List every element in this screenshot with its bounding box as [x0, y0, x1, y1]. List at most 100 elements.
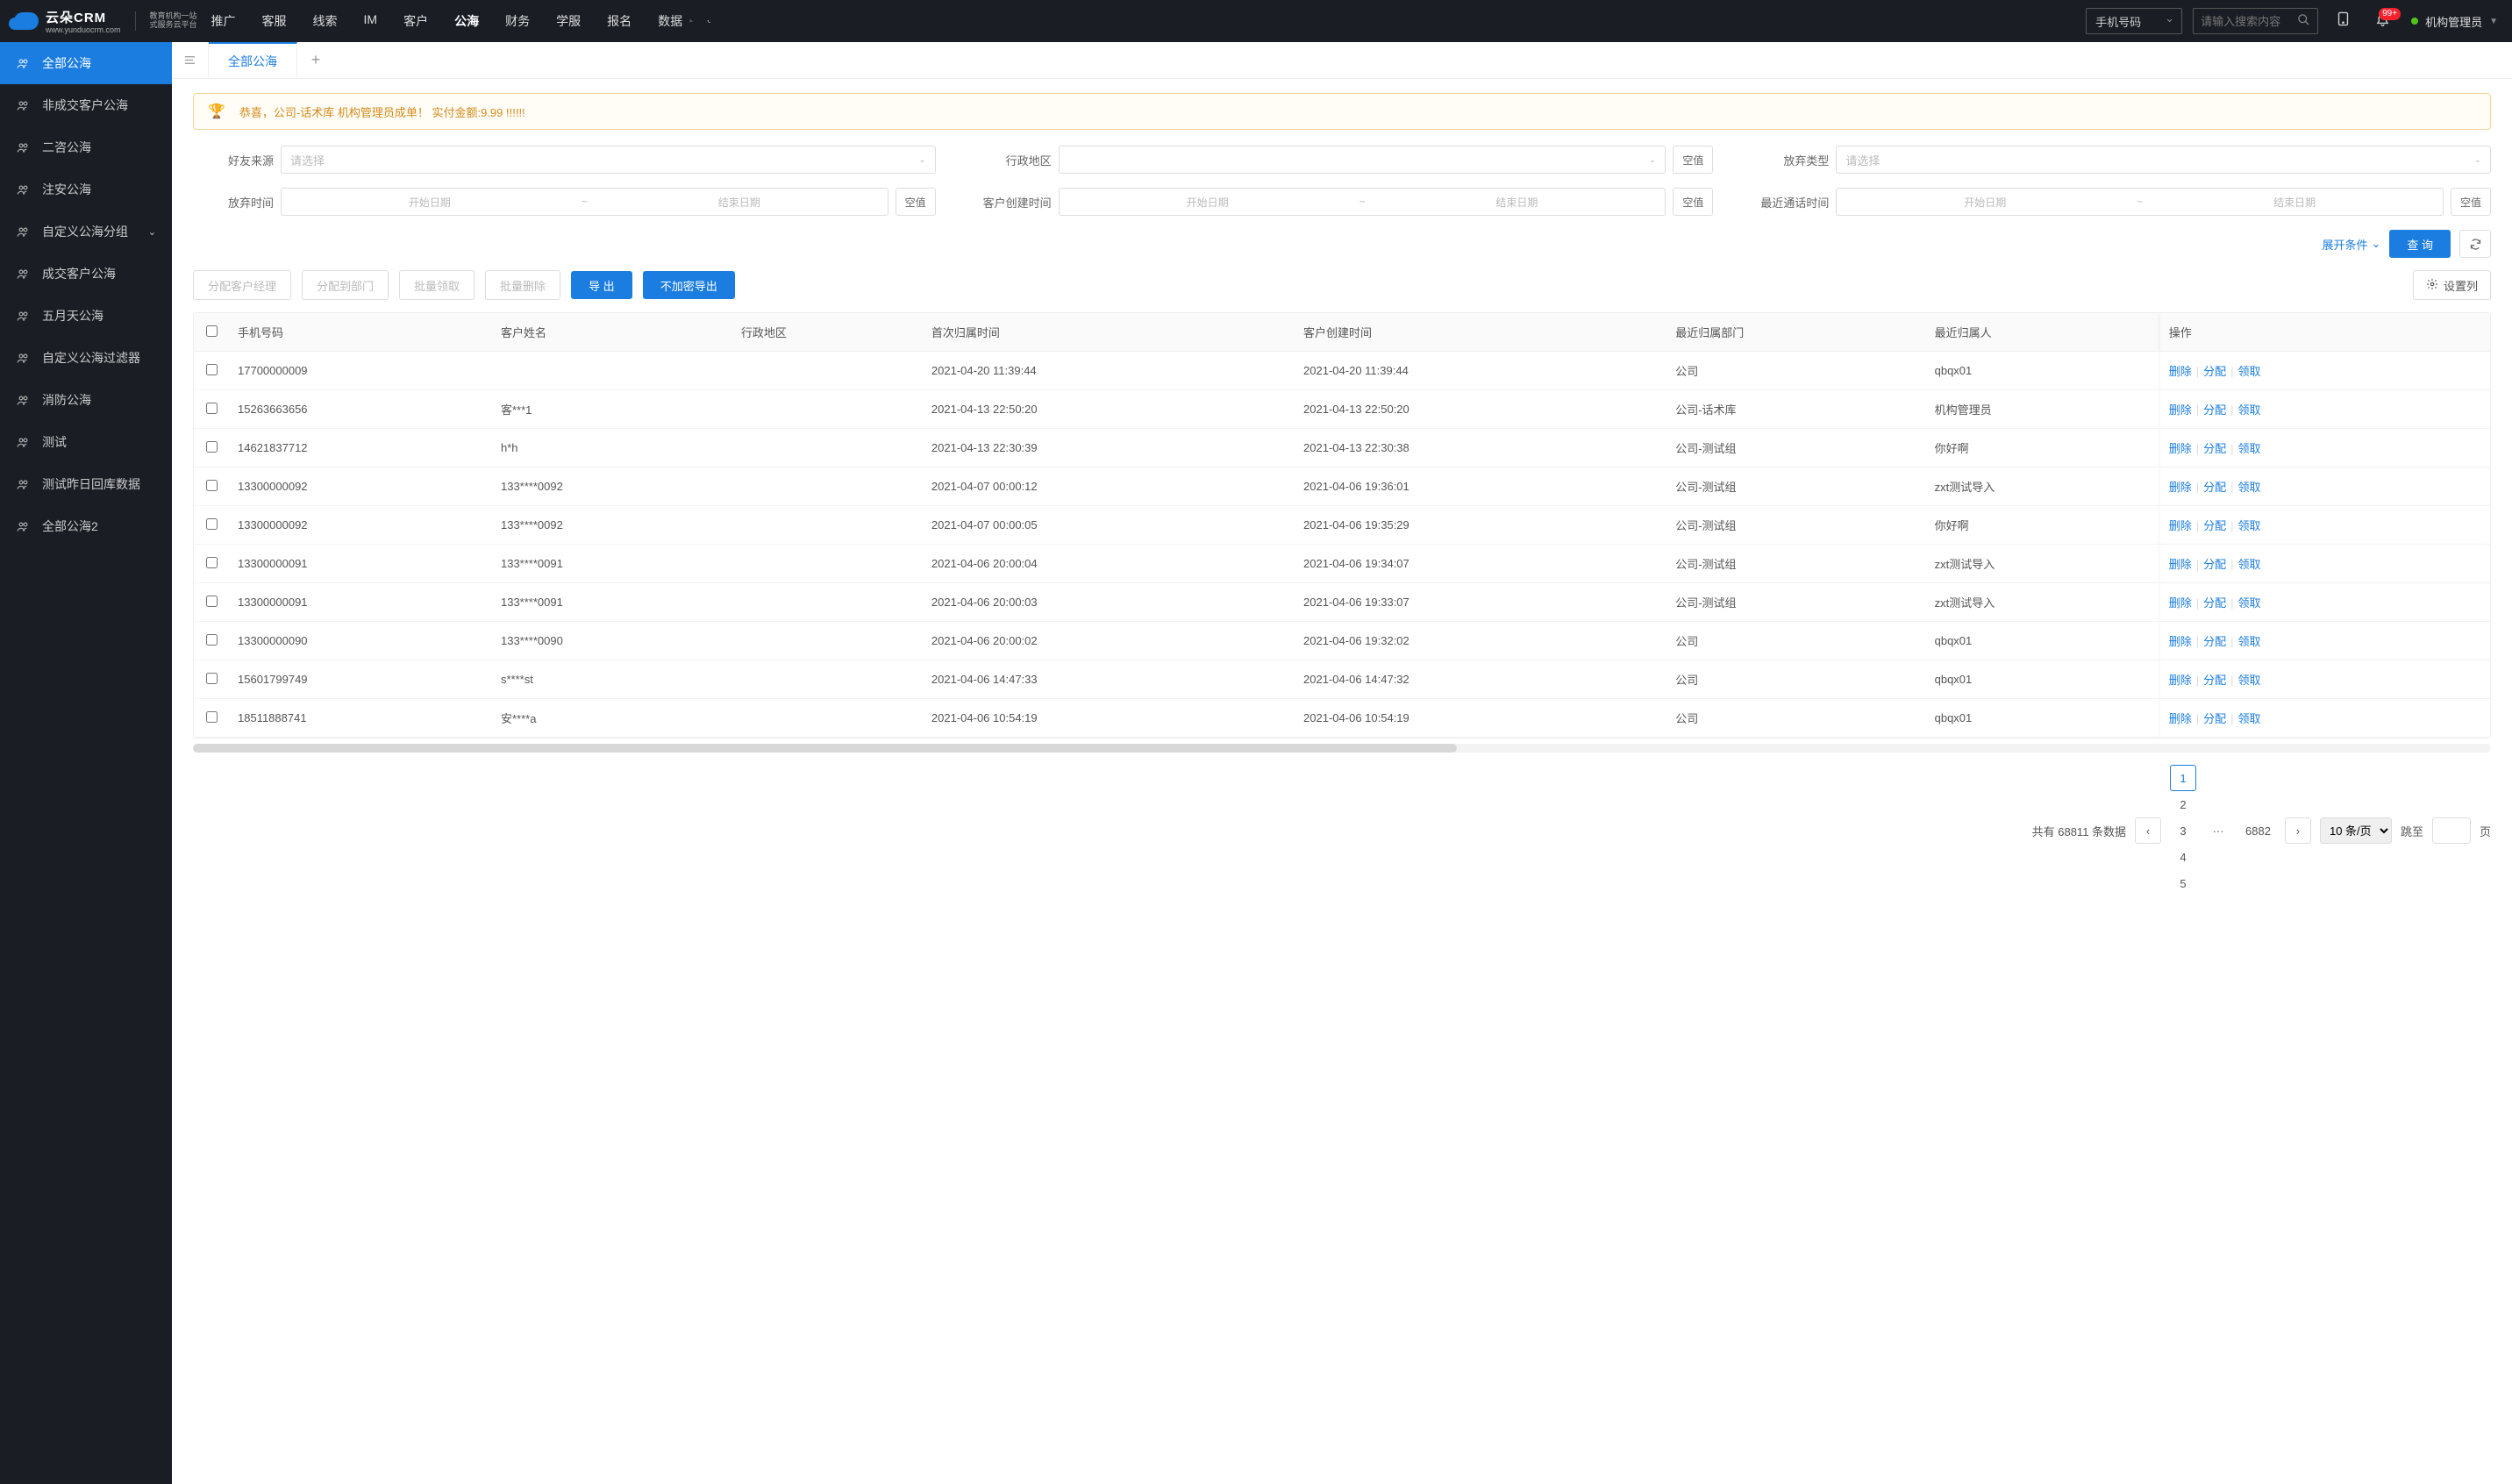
claim-link[interactable]: 领取	[2238, 674, 2261, 687]
sidebar-item-全部公海2[interactable]: 全部公海2	[0, 505, 172, 547]
row-checkbox[interactable]	[206, 403, 218, 414]
nav-客服[interactable]: 客服	[262, 12, 287, 30]
region-null-btn[interactable]: 空值	[1673, 146, 1713, 174]
refresh-button[interactable]	[2459, 230, 2491, 258]
region-select[interactable]: ⌄	[1059, 146, 1666, 174]
table-row[interactable]: 15263663656客***12021-04-13 22:50:202021-…	[194, 390, 2490, 429]
assign-link[interactable]: 分配	[2203, 365, 2226, 378]
abandon-time-null-btn[interactable]: 空值	[896, 188, 936, 216]
nav-推广[interactable]: 推广	[211, 12, 236, 30]
page-prev[interactable]: ‹	[2135, 817, 2161, 844]
table-row[interactable]: 13300000090133****00902021-04-06 20:00:0…	[194, 622, 2490, 660]
row-checkbox[interactable]	[206, 364, 218, 375]
assign-link[interactable]: 分配	[2203, 674, 2226, 687]
search-type-select[interactable]: 手机号码	[2086, 8, 2182, 34]
horizontal-scrollbar[interactable]	[193, 744, 2491, 753]
sidebar-item-非成交客户公海[interactable]: 非成交客户公海	[0, 84, 172, 126]
sidebar-item-自定义公海分组[interactable]: 自定义公海分组⌄	[0, 210, 172, 253]
assign-link[interactable]: 分配	[2203, 635, 2226, 648]
claim-link[interactable]: 领取	[2238, 558, 2261, 571]
assign-manager-button[interactable]: 分配客户经理	[193, 270, 291, 300]
row-checkbox[interactable]	[206, 557, 218, 568]
page-1[interactable]: 1	[2170, 765, 2196, 791]
create-time-range[interactable]: 开始日期~结束日期	[1059, 188, 1666, 216]
batch-delete-button[interactable]: 批量删除	[485, 270, 560, 300]
search-input[interactable]	[2194, 15, 2290, 28]
export-plain-button[interactable]: 不加密导出	[643, 271, 735, 299]
row-checkbox[interactable]	[206, 518, 218, 530]
tab-all-public-sea[interactable]: 全部公海	[209, 42, 297, 78]
row-checkbox[interactable]	[206, 634, 218, 646]
row-checkbox[interactable]	[206, 673, 218, 684]
create-time-null-btn[interactable]: 空值	[1673, 188, 1713, 216]
set-columns-button[interactable]: 设置列	[2413, 270, 2491, 300]
delete-link[interactable]: 删除	[2169, 365, 2192, 378]
sidebar-item-成交客户公海[interactable]: 成交客户公海	[0, 253, 172, 295]
nav-数据[interactable]: 数据	[658, 12, 682, 30]
claim-link[interactable]: 领取	[2238, 442, 2261, 455]
sidebar-item-全部公海[interactable]: 全部公海	[0, 42, 172, 84]
jump-input[interactable]	[2432, 817, 2471, 844]
delete-link[interactable]: 删除	[2169, 442, 2192, 455]
sidebar-item-二咨公海[interactable]: 二咨公海	[0, 126, 172, 168]
expand-filters-link[interactable]: 展开条件 ⌄	[2322, 236, 2380, 253]
delete-link[interactable]: 删除	[2169, 674, 2192, 687]
sidebar-item-五月天公海[interactable]: 五月天公海	[0, 295, 172, 337]
sidebar-item-消防公海[interactable]: 消防公海	[0, 379, 172, 421]
nav-客户[interactable]: 客户	[403, 12, 428, 30]
delete-link[interactable]: 删除	[2169, 481, 2192, 494]
add-user-icon[interactable]	[682, 12, 700, 30]
delete-link[interactable]: 删除	[2169, 403, 2192, 417]
claim-link[interactable]: 领取	[2238, 365, 2261, 378]
page-4[interactable]: 4	[2170, 844, 2196, 870]
table-row[interactable]: 177000000092021-04-20 11:39:442021-04-20…	[194, 352, 2490, 390]
bell-icon[interactable]: 99+	[2368, 11, 2397, 31]
assign-link[interactable]: 分配	[2203, 403, 2226, 417]
page-next[interactable]: ›	[2285, 817, 2311, 844]
claim-link[interactable]: 领取	[2238, 519, 2261, 532]
sidebar-item-注安公海[interactable]: 注安公海	[0, 168, 172, 210]
sidebar-item-测试[interactable]: 测试	[0, 421, 172, 463]
page-5[interactable]: 5	[2170, 870, 2196, 896]
page-last[interactable]: 6882	[2240, 817, 2276, 844]
phone-icon[interactable]	[700, 12, 717, 30]
row-checkbox[interactable]	[206, 441, 218, 453]
row-checkbox[interactable]	[206, 596, 218, 607]
tab-menu-icon[interactable]	[172, 42, 209, 78]
assign-link[interactable]: 分配	[2203, 442, 2226, 455]
search-icon[interactable]	[2290, 13, 2317, 29]
assign-link[interactable]: 分配	[2203, 558, 2226, 571]
page-size-select[interactable]: 10 条/页	[2320, 817, 2392, 844]
nav-线索[interactable]: 线索	[313, 12, 338, 30]
row-checkbox[interactable]	[206, 480, 218, 491]
assign-link[interactable]: 分配	[2203, 481, 2226, 494]
call-time-range[interactable]: 开始日期~结束日期	[1836, 188, 2444, 216]
delete-link[interactable]: 删除	[2169, 635, 2192, 648]
claim-link[interactable]: 领取	[2238, 635, 2261, 648]
delete-link[interactable]: 删除	[2169, 519, 2192, 532]
table-row[interactable]: 13300000091133****00912021-04-06 20:00:0…	[194, 583, 2490, 622]
user-menu[interactable]: 机构管理员 ▼	[2411, 13, 2498, 30]
table-row[interactable]: 13300000092133****00922021-04-07 00:00:0…	[194, 506, 2490, 545]
row-checkbox[interactable]	[206, 711, 218, 723]
table-row[interactable]: 18511888741安****a2021-04-06 10:54:192021…	[194, 699, 2490, 738]
export-button[interactable]: 导 出	[571, 271, 632, 299]
table-row[interactable]: 13300000091133****00912021-04-06 20:00:0…	[194, 545, 2490, 583]
batch-claim-button[interactable]: 批量领取	[399, 270, 475, 300]
delete-link[interactable]: 删除	[2169, 712, 2192, 725]
claim-link[interactable]: 领取	[2238, 712, 2261, 725]
abandon-type-select[interactable]: 请选择⌄	[1836, 146, 2491, 174]
assign-dept-button[interactable]: 分配到部门	[302, 270, 389, 300]
assign-link[interactable]: 分配	[2203, 519, 2226, 532]
table-row[interactable]: 14621837712h*h2021-04-13 22:30:392021-04…	[194, 429, 2490, 467]
logo[interactable]: 云朵CRM www.yunduocrm.com 教育机构一站 式服务云平台	[14, 8, 197, 35]
nav-财务[interactable]: 财务	[505, 12, 530, 30]
sidebar-item-自定义公海过滤器[interactable]: 自定义公海过滤器	[0, 337, 172, 379]
nav-IM[interactable]: IM	[364, 12, 378, 30]
select-all-checkbox[interactable]	[206, 325, 218, 337]
tab-add[interactable]: +	[297, 42, 334, 78]
assign-link[interactable]: 分配	[2203, 596, 2226, 610]
delete-link[interactable]: 删除	[2169, 558, 2192, 571]
delete-link[interactable]: 删除	[2169, 596, 2192, 610]
table-row[interactable]: 15601799749s****st2021-04-06 14:47:33202…	[194, 660, 2490, 699]
